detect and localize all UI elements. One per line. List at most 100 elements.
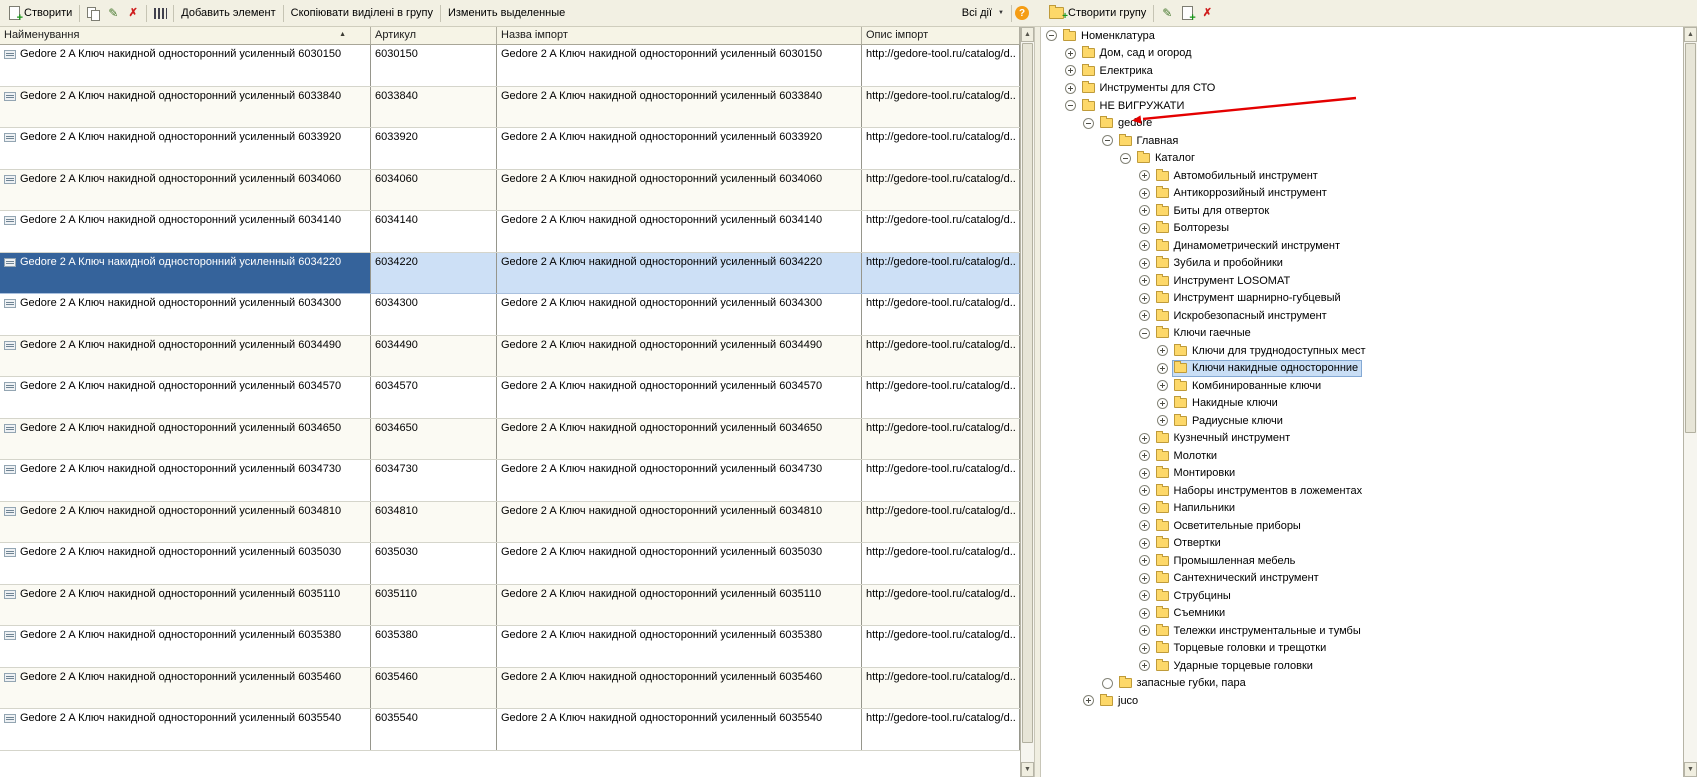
table-cell-name[interactable]: Gedore 2 A Ключ накидной односторонний у… bbox=[0, 501, 371, 542]
tree-item[interactable]: Молотки bbox=[1041, 447, 1683, 465]
table-row[interactable]: Gedore 2 A Ключ накидной односторонний у… bbox=[0, 45, 1020, 87]
tree-item-target[interactable]: Искробезопасный инструмент bbox=[1155, 308, 1330, 323]
tree-item[interactable]: Биты для отверток bbox=[1041, 202, 1683, 220]
tree-item[interactable]: Осветительные приборы bbox=[1041, 517, 1683, 535]
table-cell-article[interactable]: 6034300 bbox=[371, 294, 497, 335]
tree-item[interactable]: Болторезы bbox=[1041, 220, 1683, 238]
copy-selected-to-group-button[interactable]: Скопіювати виділені в групу bbox=[287, 5, 437, 21]
tree-item-target[interactable]: gedore bbox=[1099, 116, 1155, 131]
expand-toggle-icon[interactable] bbox=[1138, 205, 1150, 217]
table-row[interactable]: Gedore 2 A Ключ накидной односторонний у… bbox=[0, 252, 1020, 294]
edit-item-button[interactable]: ✎ bbox=[103, 3, 123, 23]
expand-toggle-icon[interactable] bbox=[1138, 572, 1150, 584]
expand-toggle-icon[interactable] bbox=[1138, 642, 1150, 654]
expand-toggle-icon[interactable] bbox=[1157, 345, 1168, 357]
table-cell-import_name[interactable]: Gedore 2 A Ключ накидной односторонний у… bbox=[497, 626, 862, 667]
tree-item[interactable]: Сантехнический инструмент bbox=[1041, 570, 1683, 588]
collapse-toggle-icon[interactable] bbox=[1138, 327, 1150, 339]
expand-toggle-icon[interactable] bbox=[1157, 362, 1168, 374]
tree-item-target[interactable]: Ключи гаечные bbox=[1155, 326, 1254, 341]
expand-toggle-icon[interactable] bbox=[1138, 240, 1150, 252]
tree-item-target[interactable]: Зубила и пробойники bbox=[1155, 256, 1286, 271]
tree-item-target[interactable]: запасные губки, пара bbox=[1118, 676, 1249, 691]
table-row[interactable]: Gedore 2 A Ключ накидной односторонний у… bbox=[0, 128, 1020, 170]
table-cell-import_name[interactable]: Gedore 2 A Ключ накидной односторонний у… bbox=[497, 709, 862, 750]
table-row[interactable]: Gedore 2 A Ключ накидной односторонний у… bbox=[0, 626, 1020, 668]
column-header-article[interactable]: Артикул bbox=[371, 27, 497, 44]
tree-item-target[interactable]: Отвертки bbox=[1155, 536, 1224, 551]
expand-toggle-icon[interactable] bbox=[1064, 47, 1076, 59]
tree-item-target[interactable]: Дом, сад и огород bbox=[1081, 46, 1195, 61]
table-cell-import_desc[interactable]: http://gedore-tool.ru/catalog/d... bbox=[862, 294, 1020, 335]
table-cell-name[interactable]: Gedore 2 A Ключ накидной односторонний у… bbox=[0, 418, 371, 459]
tree-item[interactable]: Ключи гаечные bbox=[1041, 325, 1683, 343]
tree-item[interactable]: Дом, сад и огород bbox=[1041, 45, 1683, 63]
tree-item-target[interactable]: Номенклатура bbox=[1062, 28, 1158, 43]
table-row[interactable]: Gedore 2 A Ключ накидной односторонний у… bbox=[0, 460, 1020, 502]
tree-item[interactable]: Искробезопасный инструмент bbox=[1041, 307, 1683, 325]
table-cell-article[interactable]: 6035380 bbox=[371, 626, 497, 667]
expand-toggle-icon[interactable] bbox=[1064, 82, 1076, 94]
table-cell-name[interactable]: Gedore 2 A Ключ накидной односторонний у… bbox=[0, 626, 371, 667]
table-row[interactable]: Gedore 2 A Ключ накидной односторонний у… bbox=[0, 501, 1020, 543]
tree-item-target[interactable]: Болторезы bbox=[1155, 221, 1233, 236]
expand-toggle-icon[interactable] bbox=[1083, 695, 1094, 707]
tree-item-target[interactable]: Монтировки bbox=[1155, 466, 1239, 481]
table-cell-import_name[interactable]: Gedore 2 A Ключ накидной односторонний у… bbox=[497, 211, 862, 252]
table-cell-import_desc[interactable]: http://gedore-tool.ru/catalog/d... bbox=[862, 169, 1020, 210]
table-cell-import_name[interactable]: Gedore 2 A Ключ накидной односторонний у… bbox=[497, 169, 862, 210]
expand-toggle-icon[interactable] bbox=[1138, 170, 1150, 182]
tree-scrollbar[interactable]: ▲ ▼ bbox=[1683, 27, 1697, 777]
table-cell-name[interactable]: Gedore 2 A Ключ накидной односторонний у… bbox=[0, 252, 371, 293]
table-cell-import_name[interactable]: Gedore 2 A Ключ накидной односторонний у… bbox=[497, 377, 862, 418]
tree-item[interactable]: Тележки инструментальные и тумбы bbox=[1041, 622, 1683, 640]
table-cell-import_desc[interactable]: http://gedore-tool.ru/catalog/d... bbox=[862, 460, 1020, 501]
expand-toggle-icon[interactable] bbox=[1157, 380, 1168, 392]
tree-item-target[interactable]: Каталог bbox=[1136, 151, 1198, 166]
table-cell-import_name[interactable]: Gedore 2 A Ключ накидной односторонний у… bbox=[497, 294, 862, 335]
table-row[interactable]: Gedore 2 A Ключ накидной односторонний у… bbox=[0, 543, 1020, 585]
tree-item-target[interactable]: Антикоррозийный инструмент bbox=[1155, 186, 1330, 201]
table-scrollbar-thumb[interactable] bbox=[1022, 43, 1033, 743]
table-cell-article[interactable]: 6035110 bbox=[371, 584, 497, 625]
table-cell-article[interactable]: 6034140 bbox=[371, 211, 497, 252]
table-cell-article[interactable]: 6034060 bbox=[371, 169, 497, 210]
table-scrollbar[interactable]: ▲ ▼ bbox=[1020, 27, 1034, 777]
collapse-toggle-icon[interactable] bbox=[1064, 100, 1076, 112]
table-row[interactable]: Gedore 2 A Ключ накидной односторонний у… bbox=[0, 86, 1020, 128]
tree-item[interactable]: Антикоррозийный инструмент bbox=[1041, 185, 1683, 203]
expand-toggle-icon[interactable] bbox=[1138, 187, 1150, 199]
table-cell-article[interactable]: 6034490 bbox=[371, 335, 497, 376]
table-cell-import_name[interactable]: Gedore 2 A Ключ накидной односторонний у… bbox=[497, 543, 862, 584]
tree-item[interactable]: Отвертки bbox=[1041, 535, 1683, 553]
tree-item-target[interactable]: Биты для отверток bbox=[1155, 203, 1273, 218]
table-cell-import_desc[interactable]: http://gedore-tool.ru/catalog/d... bbox=[862, 377, 1020, 418]
table-cell-name[interactable]: Gedore 2 A Ключ накидной односторонний у… bbox=[0, 543, 371, 584]
table-cell-article[interactable]: 6033840 bbox=[371, 86, 497, 127]
tree-item[interactable]: Електрика bbox=[1041, 62, 1683, 80]
tree-item[interactable]: Номенклатура bbox=[1041, 27, 1683, 45]
expand-toggle-icon[interactable] bbox=[1138, 520, 1150, 532]
expand-toggle-icon[interactable] bbox=[1138, 485, 1150, 497]
table-cell-import_desc[interactable]: http://gedore-tool.ru/catalog/d... bbox=[862, 501, 1020, 542]
table-row[interactable]: Gedore 2 A Ключ накидной односторонний у… bbox=[0, 418, 1020, 460]
table-cell-name[interactable]: Gedore 2 A Ключ накидной односторонний у… bbox=[0, 211, 371, 252]
table-cell-import_desc[interactable]: http://gedore-tool.ru/catalog/d... bbox=[862, 335, 1020, 376]
table-cell-article[interactable]: 6030150 bbox=[371, 45, 497, 86]
table-cell-article[interactable]: 6034810 bbox=[371, 501, 497, 542]
table-row[interactable]: Gedore 2 A Ключ накидной односторонний у… bbox=[0, 294, 1020, 336]
table-cell-name[interactable]: Gedore 2 A Ключ накидной односторонний у… bbox=[0, 86, 371, 127]
expand-toggle-icon[interactable] bbox=[1138, 590, 1150, 602]
table-cell-import_name[interactable]: Gedore 2 A Ключ накидной односторонний у… bbox=[497, 501, 862, 542]
table-row[interactable]: Gedore 2 A Ключ накидной односторонний у… bbox=[0, 709, 1020, 751]
tree-item[interactable]: Инструмент шарнирно-губцевый bbox=[1041, 290, 1683, 308]
tree-item-target[interactable]: Промышленная мебель bbox=[1155, 553, 1299, 568]
tree-item-target[interactable]: Електрика bbox=[1081, 63, 1156, 78]
tree-item[interactable]: Радиусные ключи bbox=[1041, 412, 1683, 430]
tree-item[interactable]: Зубила и пробойники bbox=[1041, 255, 1683, 273]
tree-item[interactable]: Комбинированные ключи bbox=[1041, 377, 1683, 395]
tree-item-target[interactable]: Сантехнический инструмент bbox=[1155, 571, 1322, 586]
expand-toggle-icon[interactable] bbox=[1138, 502, 1150, 514]
tree-item-target[interactable]: Динамометрический инструмент bbox=[1155, 238, 1344, 253]
table-cell-name[interactable]: Gedore 2 A Ключ накидной односторонний у… bbox=[0, 667, 371, 708]
